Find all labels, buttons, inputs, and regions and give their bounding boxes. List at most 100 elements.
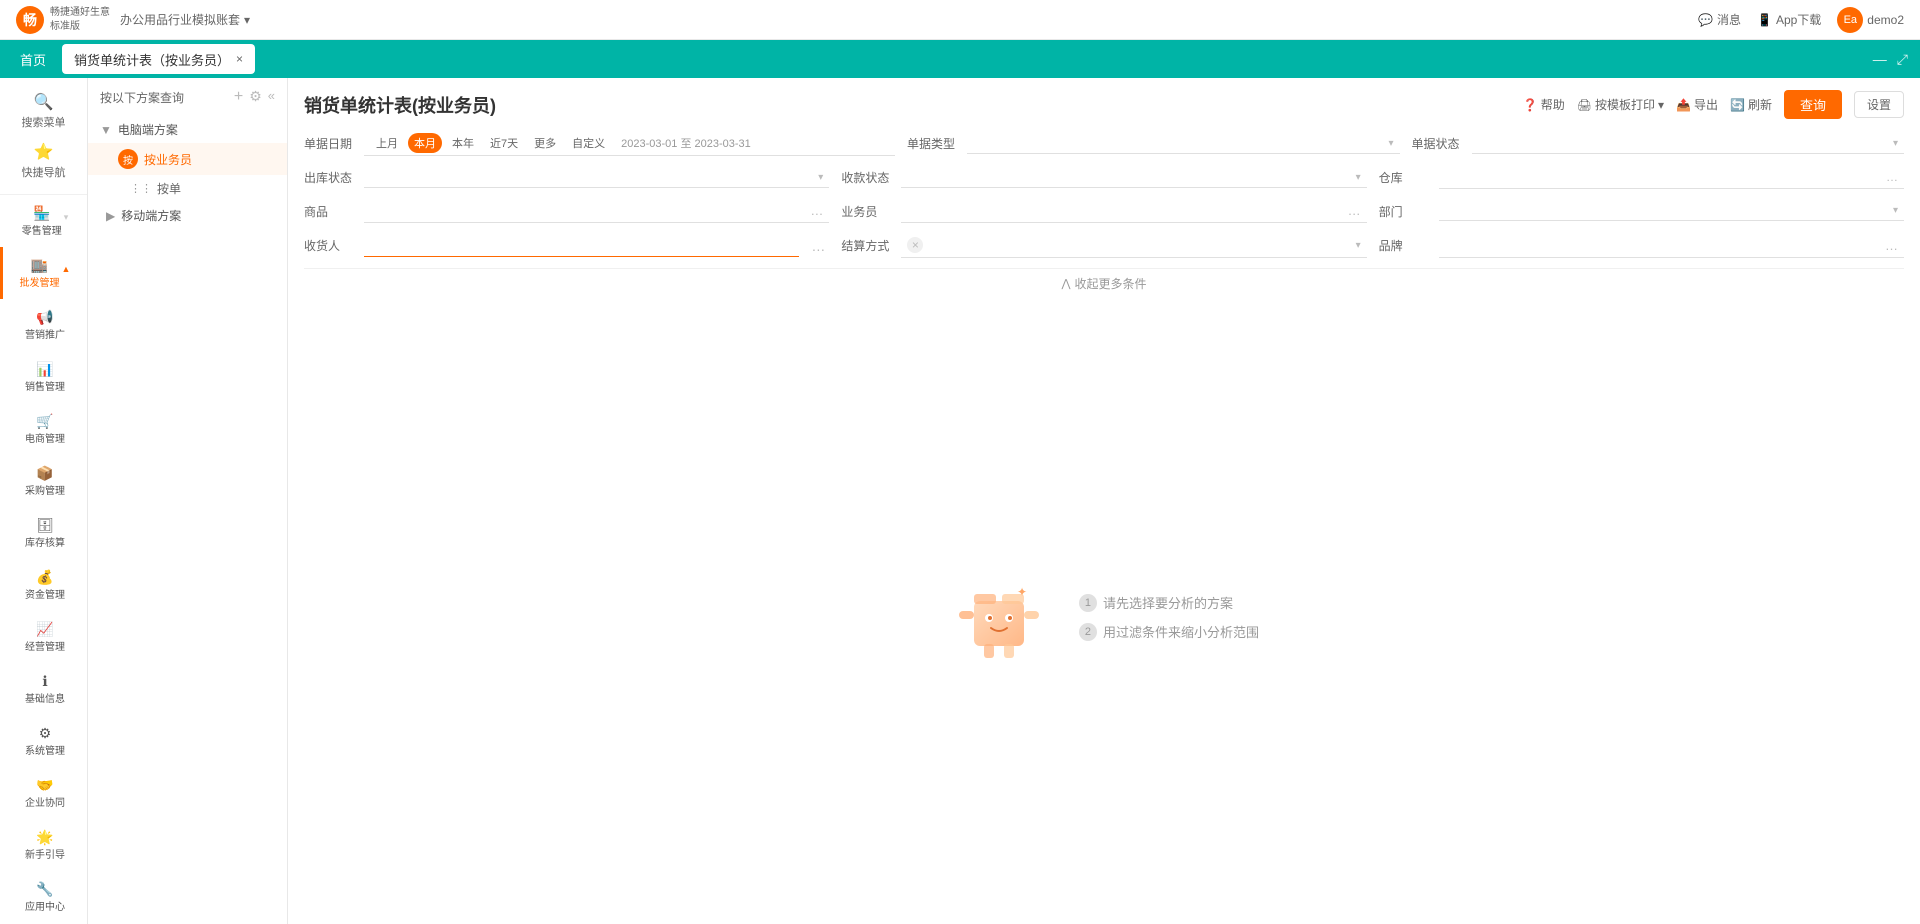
app-download-btn[interactable]: 📱 App下载 <box>1757 11 1821 28</box>
sidebar-item-ecommerce[interactable]: 🛒 电商管理 <box>0 403 87 455</box>
filter-row-3: 商品 … 业务员 … 部门 <box>304 199 1904 223</box>
scheme-panel-actions: + ⚙ « <box>234 88 275 106</box>
user-menu[interactable]: Ea demo2 <box>1837 7 1904 33</box>
app-label: App下载 <box>1776 11 1821 28</box>
sidebar-item-sales[interactable]: 📊 销售管理 <box>0 351 87 403</box>
message-btn[interactable]: 💬 消息 <box>1698 11 1741 28</box>
sidebar-item-appstore[interactable]: 🔧 应用中心 <box>0 871 87 923</box>
filter-row-4: 收货人 … 结算方式 × ▾ 品牌 <box>304 233 1904 258</box>
sidebar-top: 🔍 搜索菜单 ⭐ 快捷导航 <box>0 78 87 195</box>
tree-subitem-order[interactable]: ⋮⋮ 按单 <box>88 175 287 202</box>
purchase-label: 采购管理 <box>25 482 65 497</box>
out-status-dropdown-icon: ▾ <box>818 172 823 183</box>
date-quick-buttons: 上月 本月 本年 近7天 更多 自定义 2023-03-01 至 2023-03… <box>370 133 889 153</box>
filter-row-1: 单据日期 上月 本月 本年 近7天 更多 自定义 2023-03-01 至 20… <box>304 131 1904 156</box>
tab-home[interactable]: 首页 <box>8 44 58 74</box>
refresh-label: 刷新 <box>1748 96 1772 113</box>
date-btn-7days[interactable]: 近7天 <box>484 133 524 153</box>
sidebar-item-wholesale[interactable]: 🏬 批发管理 ▲ <box>0 247 87 299</box>
username: demo2 <box>1867 13 1904 27</box>
settle-label: 结算方式 <box>841 237 893 254</box>
breadcrumb[interactable]: 办公用品行业模拟账套 ▾ <box>120 11 250 28</box>
maximize-icon[interactable]: ⤢ <box>1897 51 1908 68</box>
filter-field-status: 单据状态 ▾ <box>1412 134 1905 154</box>
sidebar-item-enterprise[interactable]: 🤝 企业协同 <box>0 767 87 819</box>
tree-group-desktop: ▼ 电脑端方案 按 按业务员 ⋮⋮ 按单 <box>88 116 287 202</box>
tree-group-desktop-header[interactable]: ▼ 电脑端方案 <box>88 116 287 143</box>
settle-dropdown-icon: ▾ <box>1356 240 1361 251</box>
tree-item-salesperson-icon: 按 <box>118 149 138 169</box>
out-status-label: 出库状态 <box>304 169 356 186</box>
ecommerce-icon: 🛒 <box>36 413 53 430</box>
refresh-btn[interactable]: 🔄 刷新 <box>1730 96 1772 113</box>
breadcrumb-arrow: ▾ <box>244 13 250 27</box>
receiver-input[interactable] <box>364 234 799 257</box>
scheme-add-btn[interactable]: + <box>234 88 243 106</box>
print-btn[interactable]: 🖨 按模板打印 ▾ <box>1577 96 1664 113</box>
scheme-settings-btn[interactable]: ⚙ <box>249 88 262 106</box>
help-btn[interactable]: ❓ 帮助 <box>1523 96 1565 113</box>
date-btn-this-month[interactable]: 本月 <box>408 133 442 153</box>
sidebar-item-inventory[interactable]: 🗄 库存核算 <box>0 507 87 559</box>
enterprise-icon: 🤝 <box>36 777 53 794</box>
collapse-more-btn[interactable]: ⋀ 收起更多条件 <box>304 268 1904 298</box>
out-status-dropdown[interactable]: ▾ <box>364 168 829 188</box>
sidebar-shortcut-label: 快捷导航 <box>22 164 66 180</box>
sales-icon: 📊 <box>36 361 53 378</box>
sidebar-item-purchase[interactable]: 📦 采购管理 <box>0 455 87 507</box>
scheme-panel: 按以下方案查询 + ⚙ « ▼ 电脑端方案 按 按业务员 <box>88 78 288 924</box>
newbie-icon: 🌟 <box>36 829 53 846</box>
tree-item-salesperson[interactable]: 按 按业务员 <box>88 143 287 175</box>
refresh-icon: 🔄 <box>1730 98 1745 112</box>
settings-button[interactable]: 设置 <box>1854 91 1904 118</box>
sidebar-item-system[interactable]: ⚙ 系统管理 <box>0 715 87 767</box>
type-dropdown[interactable]: ▾ <box>967 134 1400 154</box>
warehouse-dots: … <box>1886 170 1898 184</box>
tree-subitem-order-icon: ⋮⋮ <box>130 182 152 195</box>
wholesale-icon: 🏬 <box>31 257 48 274</box>
enterprise-label: 企业协同 <box>25 794 65 809</box>
filter-field-goods: 商品 … <box>304 199 829 223</box>
sidebar-shortcut-btn[interactable]: ⭐ 快捷导航 <box>0 136 87 186</box>
sidebar-item-basic[interactable]: ℹ 基础信息 <box>0 663 87 715</box>
scheme-collapse-btn[interactable]: « <box>268 88 275 106</box>
export-btn[interactable]: 📤 导出 <box>1676 96 1718 113</box>
sidebar-item-retail[interactable]: 🏪 零售管理 ▾ <box>0 195 87 247</box>
tree-group-mobile-header[interactable]: ▶ 移动端方案 <box>88 202 287 229</box>
date-btn-more[interactable]: 更多 <box>528 133 562 153</box>
date-btn-this-year[interactable]: 本年 <box>446 133 480 153</box>
svg-text:✦: ✦ <box>1017 585 1027 599</box>
status-dropdown-icon: ▾ <box>1893 138 1898 149</box>
pay-status-dropdown[interactable]: ▾ <box>901 168 1366 188</box>
wholesale-arrow: ▲ <box>62 264 71 274</box>
appstore-label: 应用中心 <box>25 898 65 913</box>
filter-field-brand: 品牌 … <box>1379 234 1904 258</box>
tab-close-icon[interactable]: × <box>236 52 243 66</box>
status-dropdown[interactable]: ▾ <box>1472 134 1905 154</box>
warehouse-dropdown[interactable]: … <box>1439 166 1904 189</box>
date-btn-custom[interactable]: 自定义 <box>566 133 611 153</box>
settle-clear-btn[interactable]: × <box>907 237 923 253</box>
sidebar-item-finance[interactable]: 💰 资金管理 <box>0 559 87 611</box>
query-button[interactable]: 查询 <box>1784 90 1842 119</box>
receiver-dots[interactable]: … <box>807 238 829 254</box>
settle-dropdown[interactable]: × ▾ <box>901 233 1366 258</box>
warehouse-label: 仓库 <box>1379 169 1431 186</box>
scheme-panel-title: 按以下方案查询 <box>100 89 184 106</box>
minimize-icon[interactable]: — <box>1873 51 1887 67</box>
sidebar-item-operations[interactable]: 📈 经营管理 <box>0 611 87 663</box>
date-btn-last-month[interactable]: 上月 <box>370 133 404 153</box>
tree-group-expand-icon: ▼ <box>100 123 112 137</box>
sidebar-search-btn[interactable]: 🔍 搜索菜单 <box>0 86 87 136</box>
tree-group-mobile-label: 移动端方案 <box>121 207 181 224</box>
dept-dropdown[interactable]: ▾ <box>1439 201 1904 221</box>
topbar-left: 畅 畅捷通好生意 标准版 办公用品行业模拟账套 ▾ <box>16 6 250 34</box>
wholesale-label: 批发管理 <box>20 274 60 289</box>
tab-window-controls: — ⤢ <box>1873 51 1912 68</box>
print-icon: 🖨 <box>1577 98 1592 112</box>
empty-illustration: ✦ <box>949 566 1049 669</box>
sidebar-item-newbie[interactable]: 🌟 新手引导 <box>0 819 87 871</box>
tip-text-2: 用过滤条件来缩小分析范围 <box>1103 622 1259 641</box>
sidebar-item-marketing[interactable]: 📢 营销推广 <box>0 299 87 351</box>
tab-active[interactable]: 销货单统计表（按业务员） × <box>62 44 255 74</box>
